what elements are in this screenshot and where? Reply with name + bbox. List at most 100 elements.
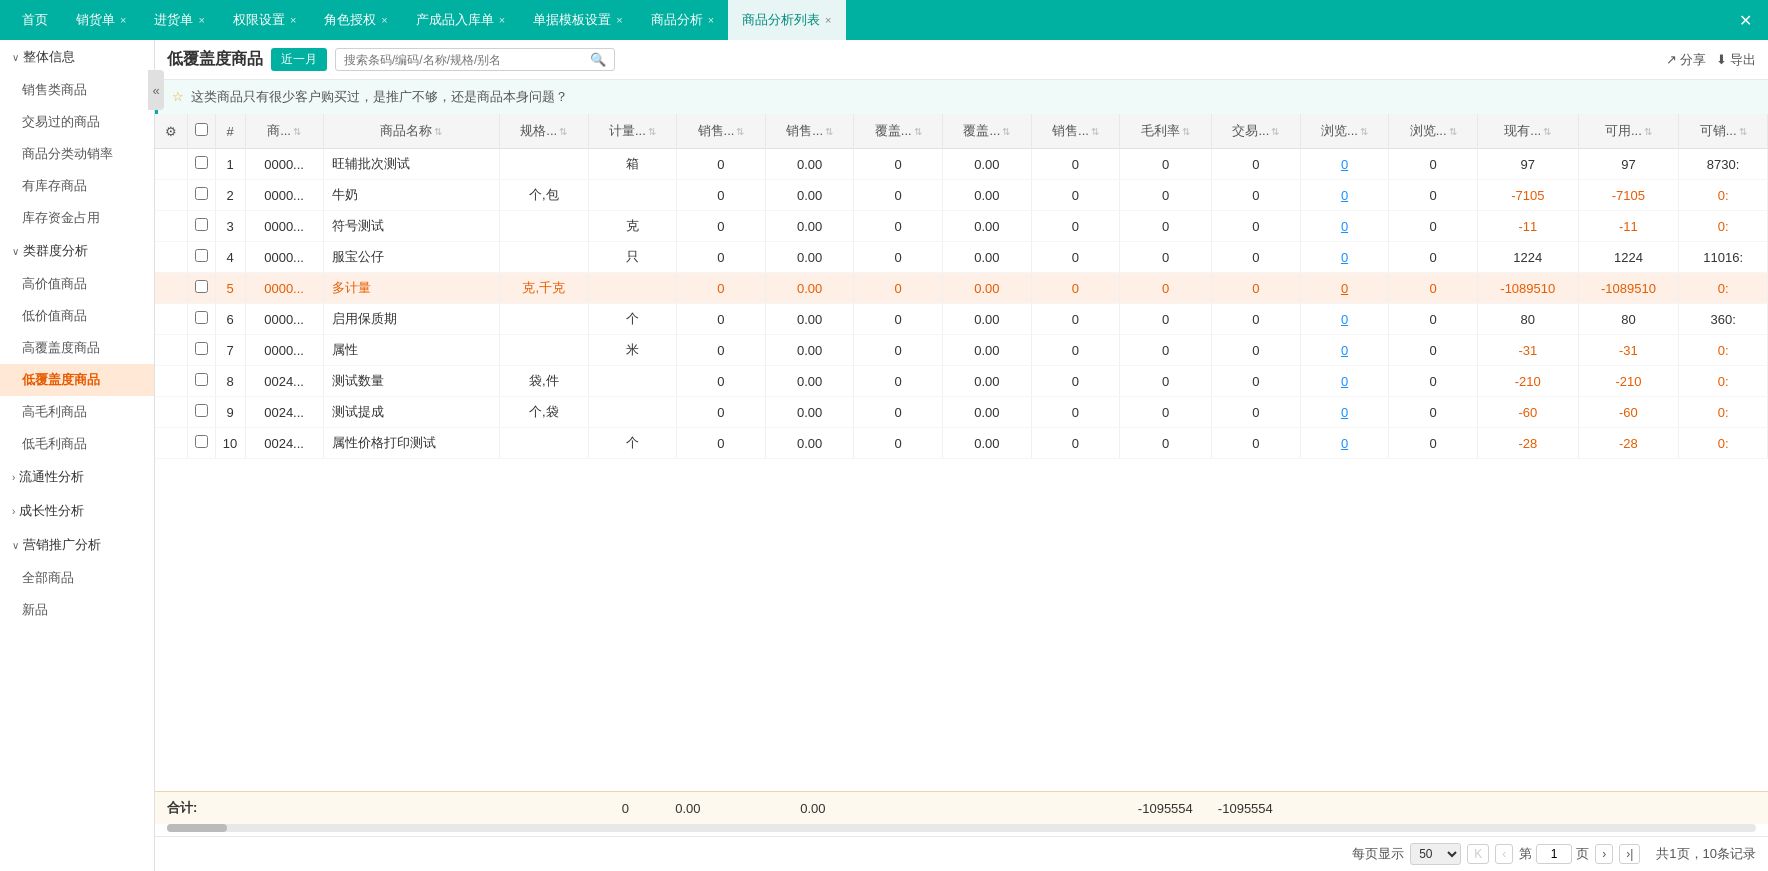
spec-col-header[interactable]: 规格...⇅ (499, 114, 588, 149)
row-spec (499, 304, 588, 335)
sales3-col-header[interactable]: 销售...⇅ (1031, 114, 1120, 149)
close-all-button[interactable]: ✕ (1731, 11, 1760, 30)
sidebar-section-marketing[interactable]: ∨ 营销推广分析 (0, 528, 154, 562)
nav-sales-order[interactable]: 销货单 × (62, 0, 140, 40)
page-number-input[interactable] (1536, 844, 1572, 864)
close-icon[interactable]: × (381, 14, 387, 26)
row-num: 5 (215, 273, 245, 304)
row-available: -7105 (1578, 180, 1679, 211)
nav-home[interactable]: 首页 (8, 0, 62, 40)
page-size-select[interactable]: 50 20 100 (1410, 843, 1461, 865)
close-icon[interactable]: × (120, 14, 126, 26)
row-checkbox[interactable] (187, 242, 215, 273)
select-all-checkbox[interactable] (195, 123, 208, 136)
row-sales1: 0 (677, 366, 766, 397)
prev-page-button[interactable]: ‹ (1495, 844, 1513, 864)
row-browse1[interactable]: 0 (1300, 242, 1389, 273)
filter-recent-month-button[interactable]: 近一月 (271, 48, 327, 71)
row-browse1[interactable]: 0 (1300, 428, 1389, 459)
sidebar-section-circulation[interactable]: › 流通性分析 (0, 460, 154, 494)
nav-permission-settings[interactable]: 权限设置 × (219, 0, 310, 40)
row-browse1[interactable]: 0 (1300, 211, 1389, 242)
unit-col-header[interactable]: 计量...⇅ (588, 114, 677, 149)
margin-col-header[interactable]: 毛利率⇅ (1120, 114, 1212, 149)
row-browse1[interactable]: 0 (1300, 366, 1389, 397)
row-checkbox[interactable] (187, 335, 215, 366)
cover1-col-header[interactable]: 覆盖...⇅ (854, 114, 943, 149)
sidebar-item-high-value[interactable]: 高价值商品 (0, 268, 154, 300)
row-checkbox[interactable] (187, 149, 215, 180)
close-icon[interactable]: × (616, 14, 622, 26)
nav-product-entry[interactable]: 产成品入库单 × (402, 0, 519, 40)
nav-purchase-order[interactable]: 进货单 × (140, 0, 218, 40)
row-name: 测试提成 (323, 397, 499, 428)
sidebar-section-overall[interactable]: ∨ 整体信息 (0, 40, 154, 74)
search-input[interactable] (344, 53, 590, 67)
code-col-header[interactable]: 商...⇅ (245, 114, 323, 149)
sidebar-item-stocked-products[interactable]: 有库存商品 (0, 170, 154, 202)
last-page-button[interactable]: ›| (1619, 844, 1640, 864)
row-checkbox[interactable] (187, 273, 215, 304)
sidebar-collapse-button[interactable]: « (148, 70, 164, 110)
row-available: -1089510 (1578, 273, 1679, 304)
row-cover2: 0.00 (943, 304, 1032, 335)
sidebar-item-category-rate[interactable]: 商品分类动销率 (0, 138, 154, 170)
row-browse1[interactable]: 0 (1300, 273, 1389, 304)
next-page-button[interactable]: › (1595, 844, 1613, 864)
sidebar-item-new-products[interactable]: 新品 (0, 594, 154, 626)
row-browse1[interactable]: 0 (1300, 397, 1389, 428)
row-browse1[interactable]: 0 (1300, 335, 1389, 366)
close-icon[interactable]: × (825, 14, 831, 26)
current-col-header[interactable]: 现有...⇅ (1477, 114, 1578, 149)
sidebar-item-all-products[interactable]: 全部商品 (0, 562, 154, 594)
sellable-col-header[interactable]: 可销...⇅ (1679, 114, 1768, 149)
row-browse1[interactable]: 0 (1300, 304, 1389, 335)
footer-cover2: 0.00 (780, 801, 845, 816)
nav-product-analysis[interactable]: 商品分析 × (637, 0, 728, 40)
scrollbar-thumb[interactable] (167, 824, 227, 832)
sidebar-section-growth[interactable]: › 成长性分析 (0, 494, 154, 528)
close-icon[interactable]: × (198, 14, 204, 26)
close-icon[interactable]: × (499, 14, 505, 26)
row-checkbox[interactable] (187, 397, 215, 428)
row-browse2: 0 (1389, 397, 1478, 428)
sidebar-item-low-margin[interactable]: 低毛利商品 (0, 428, 154, 460)
sidebar-item-high-coverage[interactable]: 高覆盖度商品 (0, 332, 154, 364)
browse2-col-header[interactable]: 浏览...⇅ (1389, 114, 1478, 149)
row-checkbox[interactable] (187, 366, 215, 397)
browse1-col-header[interactable]: 浏览...⇅ (1300, 114, 1389, 149)
sidebar-item-high-margin[interactable]: 高毛利商品 (0, 396, 154, 428)
sidebar-item-traded-products[interactable]: 交易过的商品 (0, 106, 154, 138)
available-col-header[interactable]: 可用...⇅ (1578, 114, 1679, 149)
row-browse1[interactable]: 0 (1300, 180, 1389, 211)
sales1-col-header[interactable]: 销售...⇅ (677, 114, 766, 149)
row-checkbox[interactable] (187, 180, 215, 211)
search-icon: 🔍 (590, 52, 606, 67)
trade-col-header[interactable]: 交易...⇅ (1212, 114, 1301, 149)
row-checkbox[interactable] (187, 428, 215, 459)
nav-product-analysis-list[interactable]: 商品分析列表 × (728, 0, 845, 40)
settings-col-header[interactable]: ⚙ (155, 114, 187, 149)
close-icon[interactable]: × (708, 14, 714, 26)
name-col-header[interactable]: 商品名称⇅ (323, 114, 499, 149)
sidebar-item-sales-products[interactable]: 销售类商品 (0, 74, 154, 106)
row-browse1[interactable]: 0 (1300, 149, 1389, 180)
sidebar-items-overall: 销售类商品 交易过的商品 商品分类动销率 有库存商品 库存资金占用 (0, 74, 154, 234)
sidebar-section-cluster[interactable]: ∨ 类群度分析 (0, 234, 154, 268)
row-checkbox[interactable] (187, 211, 215, 242)
nav-template-settings[interactable]: 单据模板设置 × (519, 0, 636, 40)
horizontal-scrollbar[interactable] (167, 824, 1756, 832)
sidebar-item-low-value[interactable]: 低价值商品 (0, 300, 154, 332)
cover2-col-header[interactable]: 覆盖...⇅ (943, 114, 1032, 149)
share-button[interactable]: ↗ 分享 (1666, 51, 1706, 69)
sidebar-item-low-coverage[interactable]: 低覆盖度商品 (0, 364, 154, 396)
row-trade: 0 (1212, 366, 1301, 397)
export-button[interactable]: ⬇ 导出 (1716, 51, 1756, 69)
close-icon[interactable]: × (290, 14, 296, 26)
sales2-col-header[interactable]: 销售...⇅ (765, 114, 854, 149)
row-checkbox[interactable] (187, 304, 215, 335)
sidebar-item-stock-funds[interactable]: 库存资金占用 (0, 202, 154, 234)
first-page-button[interactable]: K (1467, 844, 1489, 864)
checkbox-col-header[interactable] (187, 114, 215, 149)
nav-role-auth[interactable]: 角色授权 × (310, 0, 401, 40)
